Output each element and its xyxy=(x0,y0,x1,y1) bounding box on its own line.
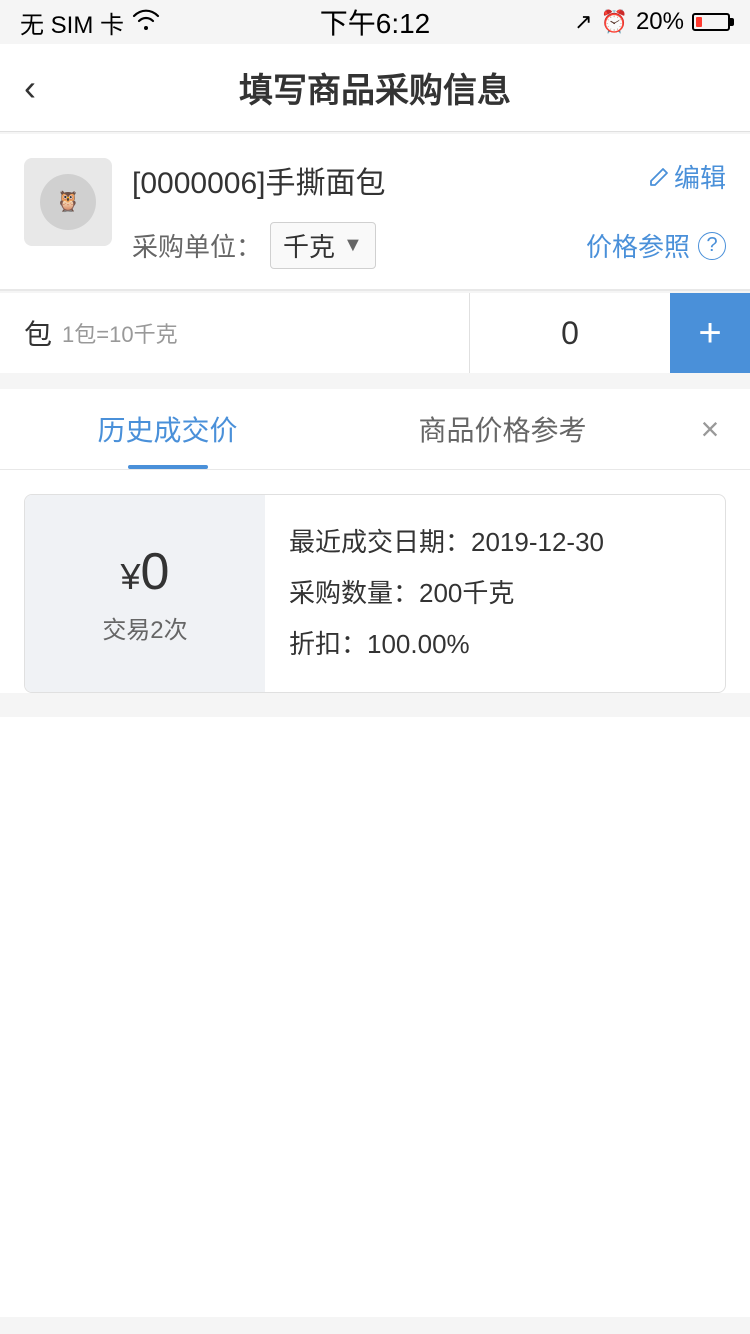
edit-button[interactable]: 编辑 xyxy=(648,158,726,195)
status-bar-time: 下午6:12 xyxy=(320,2,431,42)
tab-product-price-ref[interactable]: 商品价格参考 xyxy=(335,389,670,469)
tab-history-price[interactable]: 历史成交价 xyxy=(0,389,335,469)
history-price-area: ¥0 交易2次 xyxy=(25,495,265,692)
help-icon: ? xyxy=(698,232,726,260)
product-section: 🦉 [0000006]手撕面包 编辑 采购单位： 千克 ▼ 价格参照 xyxy=(0,134,750,289)
product-info: [0000006]手撕面包 编辑 采购单位： 千克 ▼ 价格参照 ? xyxy=(132,158,726,269)
status-bar: 无 SIM 卡 下午6:12 ↗ ⏰ 20% xyxy=(0,0,750,44)
price-display: ¥0 xyxy=(121,542,170,602)
quantity-input[interactable] xyxy=(470,293,670,373)
page-title: 填写商品采购信息 xyxy=(239,63,511,112)
quantity-section: 包 1包=10千克 + xyxy=(0,293,750,373)
bottom-empty-area xyxy=(0,717,750,1317)
history-details: 最近成交日期：2019-12-30 采购数量：200千克 折扣：100.00% xyxy=(265,495,725,692)
status-bar-left: 无 SIM 卡 xyxy=(20,5,160,40)
tabs-section: 历史成交价 商品价格参考 × ¥0 交易2次 最近成交日期：2019-12-30… xyxy=(0,389,750,693)
location-icon: ↗ xyxy=(574,9,592,35)
trade-count: 交易2次 xyxy=(102,610,187,645)
tab-underline xyxy=(128,465,208,469)
back-button[interactable]: ‹ xyxy=(24,67,36,109)
separator-1 xyxy=(0,289,750,291)
price-reference-button[interactable]: 价格参照 ? xyxy=(586,227,726,264)
quantity-input-area: + xyxy=(469,293,750,373)
purchase-quantity-row: 采购数量：200千克 xyxy=(289,574,701,613)
discount-row: 折扣：100.00% xyxy=(289,625,701,664)
unit-selector[interactable]: 千克 ▼ xyxy=(270,222,376,269)
recent-date-row: 最近成交日期：2019-12-30 xyxy=(289,523,701,562)
wifi-icon xyxy=(132,8,160,37)
nav-bar: ‹ 填写商品采购信息 xyxy=(0,44,750,132)
carrier-text: 无 SIM 卡 xyxy=(20,5,124,40)
product-thumbnail: 🦉 xyxy=(24,158,112,246)
battery-icon xyxy=(692,13,730,31)
history-card: ¥0 交易2次 最近成交日期：2019-12-30 采购数量：200千克 折扣：… xyxy=(24,494,726,693)
tab-close-button[interactable]: × xyxy=(670,389,750,469)
battery-percent: 20% xyxy=(636,8,684,36)
svg-text:🦉: 🦉 xyxy=(56,190,81,213)
dropdown-arrow-icon: ▼ xyxy=(343,234,363,257)
quantity-unit: 包 xyxy=(24,313,52,353)
edit-icon xyxy=(648,166,670,188)
quantity-plus-button[interactable]: + xyxy=(670,293,750,373)
tabs-header: 历史成交价 商品价格参考 × xyxy=(0,389,750,470)
product-name: [0000006]手撕面包 xyxy=(132,158,648,202)
alarm-icon: ⏰ xyxy=(601,9,628,35)
quantity-conversion: 1包=10千克 xyxy=(62,317,178,349)
unit-label: 采购单位： xyxy=(132,227,262,264)
status-bar-right: ↗ ⏰ 20% xyxy=(574,8,730,36)
